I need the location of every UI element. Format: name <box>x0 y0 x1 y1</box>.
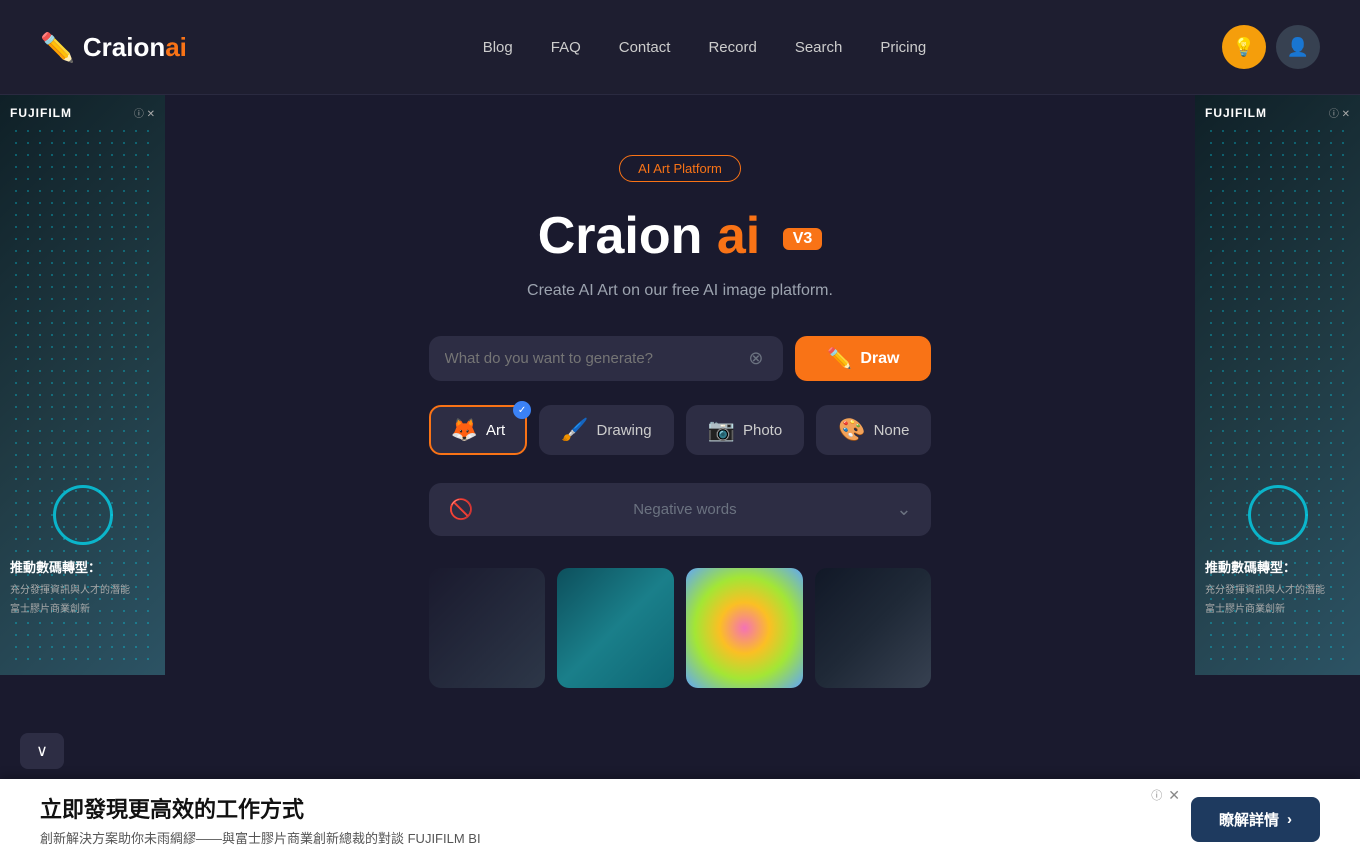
negative-words-label: Negative words <box>483 501 886 518</box>
style-photo-label: Photo <box>743 422 782 439</box>
negative-words-row[interactable]: 🚫 Negative words ⌄ <box>429 483 932 536</box>
bottom-ad-left: 立即發現更高效的工作方式 創新解決方案助你未雨綢繆——與富士膠片商業創新總裁的對… <box>40 792 481 847</box>
platform-badge: AI Art Platform <box>619 155 741 182</box>
hero-subtitle: Create AI Art on our free AI image platf… <box>429 282 932 300</box>
nav-record[interactable]: Record <box>694 31 770 64</box>
style-options: 🦊 Art ✓ 🖌️ Drawing 📷 Photo 🎨 None <box>429 405 932 455</box>
main-content: FUJIFILM ⓘ ✕ 推動數碼轉型： 充分發揮資訊與人才的潛能 富士膠片商業… <box>0 95 1360 759</box>
nav-search[interactable]: Search <box>781 31 857 64</box>
eye-slash-icon: 🚫 <box>449 497 474 522</box>
hero-section: AI Art Platform Craion ai V3 Create AI A… <box>429 155 932 688</box>
nav-icons: 💡 👤 <box>1222 25 1320 69</box>
draw-button[interactable]: ✏️ Draw <box>795 336 931 381</box>
style-photo[interactable]: 📷 Photo <box>686 405 805 455</box>
image-card-4[interactable] <box>815 568 932 688</box>
bottom-ad-subtitle: 創新解決方案助你未雨綢繆——與富士膠片商業創新總裁的對談 FUJIFILM BI <box>40 828 481 847</box>
nav-blog[interactable]: Blog <box>469 31 527 64</box>
version-badge: V3 <box>783 228 823 250</box>
bottom-ad-cta-button[interactable]: 瞭解詳情 › <box>1191 797 1320 842</box>
navbar: ✏️ Craionai Blog FAQ Contact Record Sear… <box>0 0 1360 95</box>
hero-title: Craion ai V3 <box>429 206 932 266</box>
style-none-label: None <box>874 422 910 439</box>
logo-text: Craionai <box>83 32 187 63</box>
ad-right-circle <box>1248 485 1308 545</box>
image-card-1[interactable] <box>429 568 546 688</box>
nav-contact[interactable]: Contact <box>605 31 685 64</box>
logo-icon: ✏️ <box>40 31 75 64</box>
negative-expand-button[interactable]: ⌄ <box>896 499 911 520</box>
bottom-ad-banner: ⓘ ✕ 立即發現更高效的工作方式 創新解決方案助你未雨綢繆——與富士膠片商業創新… <box>0 779 1360 859</box>
user-account-button[interactable]: 👤 <box>1276 25 1320 69</box>
drawing-icon: 🖌️ <box>561 417 588 443</box>
ad-banner-left: FUJIFILM ⓘ ✕ 推動數碼轉型： 充分發揮資訊與人才的潛能 富士膠片商業… <box>0 95 165 675</box>
style-drawing[interactable]: 🖌️ Drawing <box>539 405 673 455</box>
ad-left-brand: FUJIFILM <box>10 106 72 120</box>
bottom-ad-close-button[interactable]: ✕ <box>1168 787 1180 804</box>
style-art-label: Art <box>486 422 505 439</box>
bottom-ad-title: 立即發現更高效的工作方式 <box>40 792 481 824</box>
nav-links: Blog FAQ Contact Record Search Pricing <box>469 31 941 64</box>
photo-icon: 📷 <box>708 417 735 443</box>
nav-faq[interactable]: FAQ <box>537 31 595 64</box>
style-drawing-label: Drawing <box>597 422 652 439</box>
scroll-down-button[interactable]: ∨ <box>20 733 64 769</box>
pencil-icon: ✏️ <box>827 346 852 371</box>
art-icon: 🦊 <box>451 417 478 443</box>
image-grid <box>429 568 932 688</box>
search-row: ⊗ ✏️ Draw <box>429 336 932 381</box>
style-art[interactable]: 🦊 Art ✓ <box>429 405 528 455</box>
none-icon: 🎨 <box>838 417 865 443</box>
image-card-3[interactable] <box>686 568 803 688</box>
bottom-ad-info: ⓘ ✕ <box>1151 787 1180 804</box>
ad-right-brand: FUJIFILM <box>1205 106 1267 120</box>
search-input[interactable] <box>445 336 745 381</box>
logo[interactable]: ✏️ Craionai <box>40 31 187 64</box>
ad-banner-right: FUJIFILM ⓘ ✕ 推動數碼轉型： 充分發揮資訊與人才的潛能 富士膠片商業… <box>1195 95 1360 675</box>
style-none[interactable]: 🎨 None <box>816 405 931 455</box>
clear-input-button[interactable]: ⊗ <box>744 344 767 373</box>
ad-left-text: 推動數碼轉型： 充分發揮資訊與人才的潛能 富士膠片商業創新 <box>10 560 155 615</box>
search-input-wrap: ⊗ <box>429 336 784 381</box>
art-check-badge: ✓ <box>513 401 531 419</box>
ad-right-text: 推動數碼轉型： 充分發揮資訊與人才的潛能 富士膠片商業創新 <box>1205 560 1350 615</box>
ad-left-circle <box>53 485 113 545</box>
image-card-2[interactable] <box>557 568 674 688</box>
arrow-icon: › <box>1287 811 1292 828</box>
theme-toggle-button[interactable]: 💡 <box>1222 25 1266 69</box>
nav-pricing[interactable]: Pricing <box>866 31 940 64</box>
